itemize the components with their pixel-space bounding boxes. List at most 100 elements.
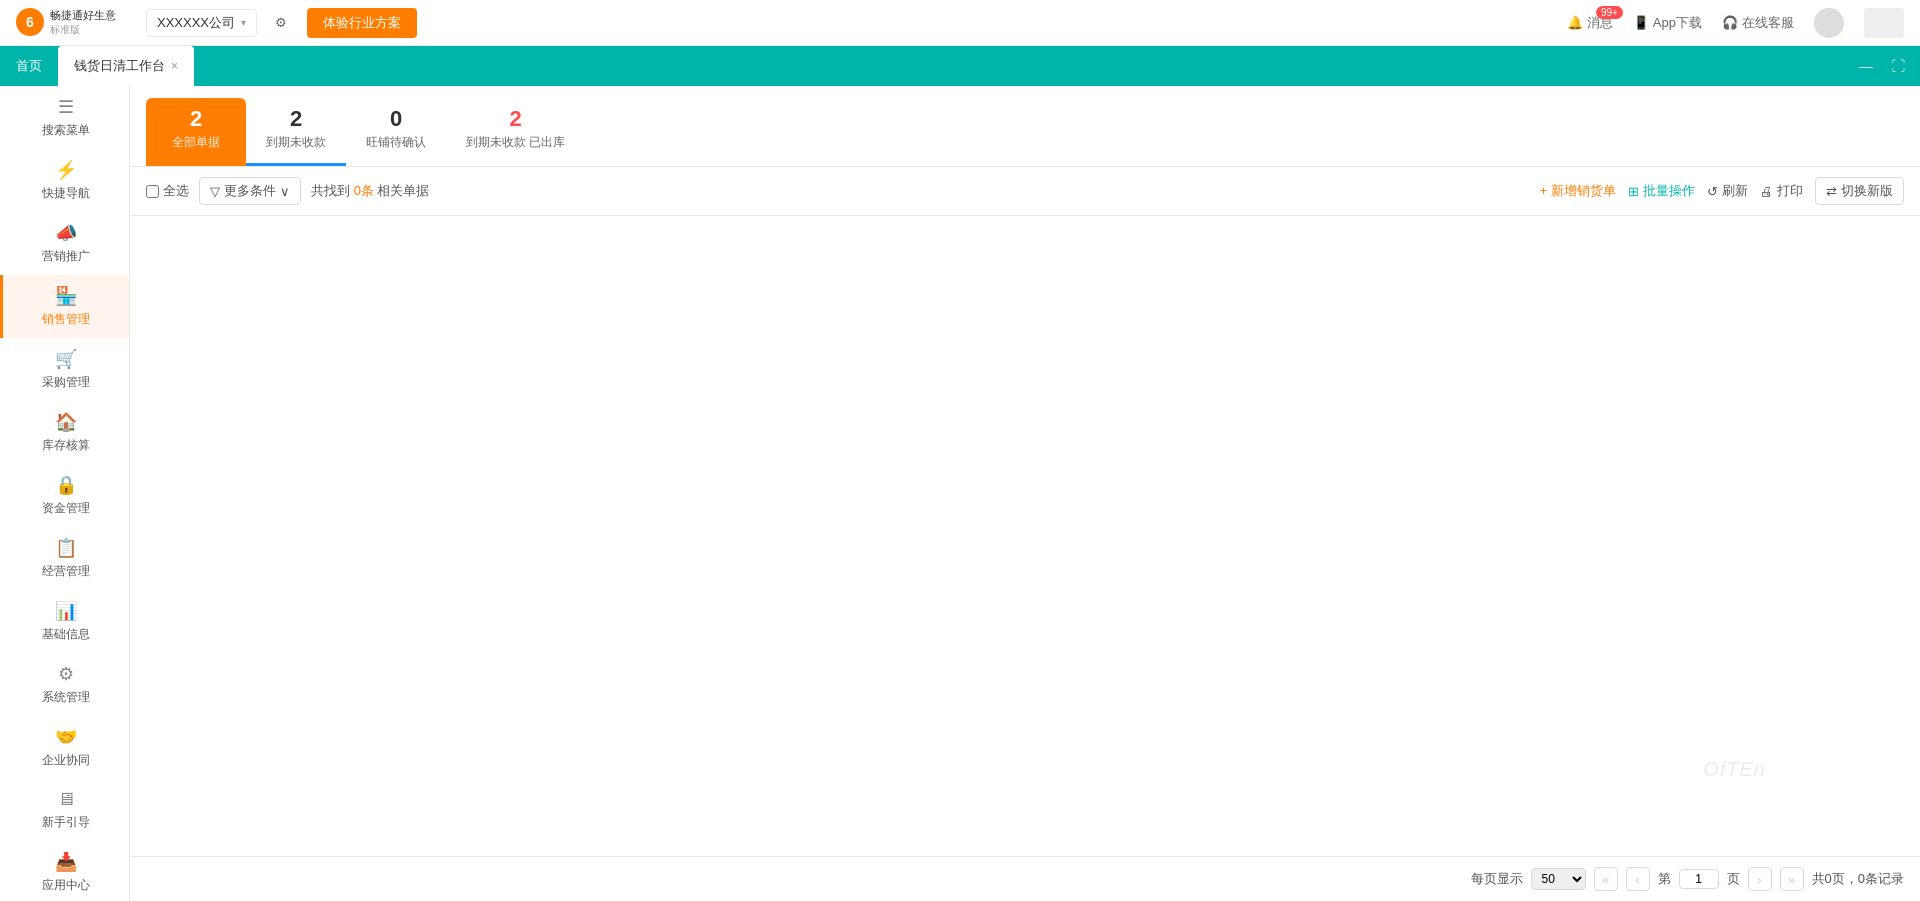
batch-label: 批量操作 bbox=[1643, 182, 1695, 200]
sidebar-label-finance: 资金管理 bbox=[42, 500, 90, 517]
work-tab-label: 钱货日清工作台 bbox=[74, 57, 165, 75]
operation-icon: 📋 bbox=[55, 537, 77, 559]
sidebar-item-purchase[interactable]: 🛒 采购管理 bbox=[0, 338, 129, 401]
filter-btn[interactable]: ▽ 更多条件 ∨ bbox=[199, 177, 301, 205]
notification-btn[interactable]: 🔔 消息 99+ bbox=[1567, 14, 1613, 32]
switch-label: 切换新版 bbox=[1841, 182, 1893, 200]
switch-new-version-btn[interactable]: ⇄ 切换新版 bbox=[1815, 177, 1904, 205]
stat-count-all: 2 bbox=[190, 106, 202, 132]
marketing-icon: 📣 bbox=[55, 222, 77, 244]
pagination: 每页显示 50 10 20 100 « ‹ 第 页 › » 共0页，0条记录 bbox=[130, 856, 1920, 901]
sidebar-item-marketing[interactable]: 📣 营销推广 bbox=[0, 212, 129, 275]
table-area bbox=[130, 216, 1920, 856]
gear-icon: ⚙ bbox=[275, 15, 287, 30]
result-text: 共找到 0条 相关单据 bbox=[311, 182, 429, 200]
avatar[interactable] bbox=[1814, 8, 1844, 38]
last-page-btn[interactable]: » bbox=[1780, 867, 1804, 891]
search-menu-icon: ☰ bbox=[58, 96, 74, 118]
content-area: 2 全部单据 2 到期未收款 0 旺铺待确认 2 到期未收款 已出库 bbox=[130, 86, 1920, 901]
tab-expand-btn[interactable]: ⛶ bbox=[1886, 54, 1910, 78]
app-download-btn[interactable]: 📱 App下载 bbox=[1633, 14, 1702, 32]
experience-btn[interactable]: 体验行业方案 bbox=[307, 8, 417, 38]
total-info: 共0页，0条记录 bbox=[1812, 870, 1904, 888]
tab-work[interactable]: 钱货日清工作台 × bbox=[58, 46, 194, 86]
quick-nav-icon: ⚡ bbox=[55, 159, 77, 181]
sales-icon: 🏪 bbox=[55, 285, 77, 307]
select-all-input[interactable] bbox=[146, 185, 159, 198]
filter-icon: ▽ bbox=[210, 184, 220, 199]
tab-bar: 首页 钱货日清工作台 × — ⛶ bbox=[0, 46, 1920, 86]
print-btn[interactable]: 🖨 打印 bbox=[1760, 182, 1803, 200]
online-service-btn[interactable]: 🎧 在线客服 bbox=[1722, 14, 1794, 32]
stat-tab-shipped[interactable]: 2 到期未收款 已出库 bbox=[446, 98, 585, 166]
headset-icon: 🎧 bbox=[1722, 15, 1738, 30]
result-prefix: 共找到 bbox=[311, 183, 350, 198]
tab-minimize-btn[interactable]: — bbox=[1854, 54, 1878, 78]
work-panel: 2 全部单据 2 到期未收款 0 旺铺待确认 2 到期未收款 已出库 bbox=[130, 86, 1920, 901]
app-title: 畅捷通好生意 bbox=[50, 8, 116, 22]
bell-icon: 🔔 bbox=[1567, 15, 1583, 30]
sidebar-item-apps[interactable]: 📥 应用中心 bbox=[0, 841, 129, 901]
stat-tab-all[interactable]: 2 全部单据 bbox=[146, 98, 246, 166]
download-icon: 📱 bbox=[1633, 15, 1649, 30]
select-all-checkbox[interactable]: 全选 bbox=[146, 182, 189, 200]
stat-tab-wangpu[interactable]: 0 旺铺待确认 bbox=[346, 98, 446, 166]
sidebar-label-sales: 销售管理 bbox=[42, 311, 90, 328]
finance-icon: 🔒 bbox=[55, 474, 77, 496]
company-selector[interactable]: XXXXXX公司 ▾ bbox=[146, 9, 257, 37]
page-input[interactable] bbox=[1679, 869, 1719, 889]
stats-tabs: 2 全部单据 2 到期未收款 0 旺铺待确认 2 到期未收款 已出库 bbox=[130, 86, 1920, 167]
sidebar-item-quick[interactable]: ⚡ 快捷导航 bbox=[0, 149, 129, 212]
refresh-btn[interactable]: ↺ 刷新 bbox=[1707, 182, 1748, 200]
home-tab-label: 首页 bbox=[16, 57, 42, 75]
print-label: 打印 bbox=[1777, 182, 1803, 200]
settings-button[interactable]: ⚙ bbox=[265, 7, 297, 39]
add-sales-btn[interactable]: + 新增销货单 bbox=[1540, 182, 1616, 200]
page-label: 第 bbox=[1658, 870, 1671, 888]
sidebar-item-sales[interactable]: 🏪 销售管理 bbox=[0, 275, 129, 338]
stat-label-all: 全部单据 bbox=[172, 134, 220, 151]
close-tab-icon[interactable]: × bbox=[171, 59, 178, 73]
batch-operation-btn[interactable]: ⊞ 批量操作 bbox=[1628, 182, 1695, 200]
sidebar-label-inventory: 库存核算 bbox=[42, 437, 90, 454]
logo-icon: 6 bbox=[16, 8, 44, 36]
stat-label-overdue: 到期未收款 bbox=[266, 134, 326, 151]
sidebar-label-purchase: 采购管理 bbox=[42, 374, 90, 391]
app-download-label: App下载 bbox=[1653, 14, 1702, 32]
sidebar-item-guide[interactable]: 🖥 新手引导 bbox=[0, 779, 129, 841]
switch-icon: ⇄ bbox=[1826, 184, 1837, 199]
refresh-icon: ↺ bbox=[1707, 184, 1718, 199]
stat-label-wangpu: 旺铺待确认 bbox=[366, 134, 426, 151]
stat-count-wangpu: 0 bbox=[390, 106, 402, 132]
user-menu[interactable] bbox=[1864, 8, 1904, 38]
guide-icon: 🖥 bbox=[57, 789, 75, 810]
sidebar-label-quick: 快捷导航 bbox=[42, 185, 90, 202]
page-label-end: 页 bbox=[1727, 870, 1740, 888]
sidebar-item-system[interactable]: ⚙ 系统管理 bbox=[0, 653, 129, 716]
sidebar-item-operation[interactable]: 📋 经营管理 bbox=[0, 527, 129, 590]
next-page-btn[interactable]: › bbox=[1748, 867, 1772, 891]
sidebar-item-search[interactable]: ☰ 搜索菜单 bbox=[0, 86, 129, 149]
logo-area: 6 畅捷通好生意 标准版 bbox=[16, 8, 146, 36]
sidebar-item-finance[interactable]: 🔒 资金管理 bbox=[0, 464, 129, 527]
sidebar-item-base[interactable]: 📊 基础信息 bbox=[0, 590, 129, 653]
sidebar-item-enterprise[interactable]: 🤝 企业协同 bbox=[0, 716, 129, 779]
enterprise-icon: 🤝 bbox=[55, 726, 77, 748]
sidebar-item-inventory[interactable]: 🏠 库存核算 bbox=[0, 401, 129, 464]
stat-count-shipped: 2 bbox=[510, 106, 522, 132]
result-suffix: 相关单据 bbox=[377, 183, 429, 198]
prev-page-btn[interactable]: ‹ bbox=[1626, 867, 1650, 891]
app-subtitle: 标准版 bbox=[50, 23, 116, 37]
stat-tab-overdue[interactable]: 2 到期未收款 bbox=[246, 98, 346, 166]
tab-home[interactable]: 首页 bbox=[0, 46, 58, 86]
sidebar-label-marketing: 营销推广 bbox=[42, 248, 90, 265]
top-header: 6 畅捷通好生意 标准版 XXXXXX公司 ▾ ⚙ 体验行业方案 🔔 消息 99… bbox=[0, 0, 1920, 46]
toolbar: 全选 ▽ 更多条件 ∨ 共找到 0条 相关单据 + 新增销货单 bbox=[130, 167, 1920, 216]
sidebar-label-enterprise: 企业协同 bbox=[42, 752, 90, 769]
main-layout: ☰ 搜索菜单 ⚡ 快捷导航 📣 营销推广 🏪 销售管理 🛒 采购管理 🏠 库存核… bbox=[0, 86, 1920, 901]
apps-icon: 📥 bbox=[55, 851, 77, 873]
company-name: XXXXXX公司 bbox=[157, 14, 235, 32]
sidebar-label-base: 基础信息 bbox=[42, 626, 90, 643]
first-page-btn[interactable]: « bbox=[1594, 867, 1618, 891]
per-page-select[interactable]: 50 10 20 100 bbox=[1531, 868, 1586, 890]
